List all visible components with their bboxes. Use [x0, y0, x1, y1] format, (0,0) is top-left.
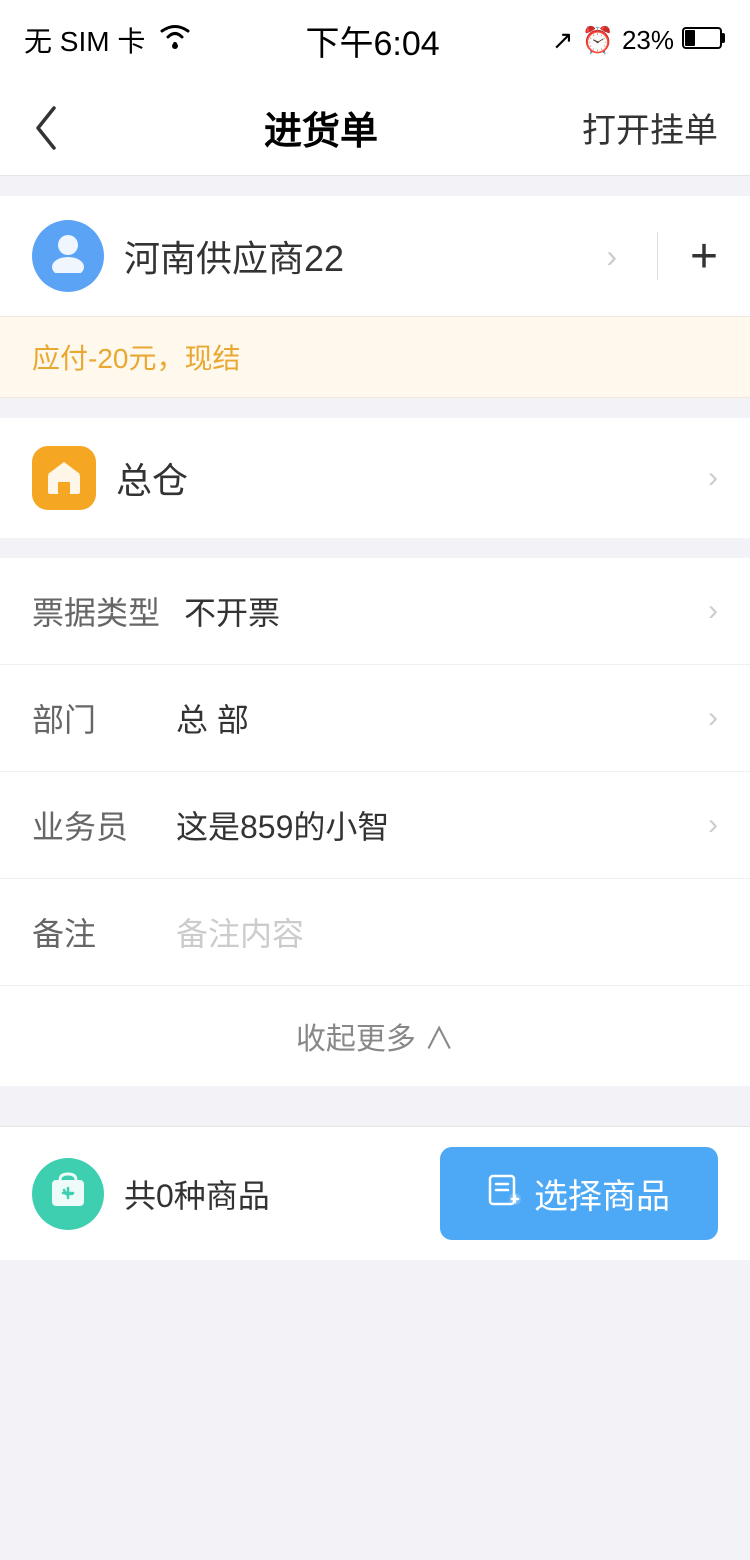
remark-row[interactable]: 备注 备注内容: [0, 879, 750, 985]
supplier-chevron-icon: ›: [606, 238, 617, 275]
battery-text: 23%: [622, 25, 674, 56]
dept-row[interactable]: 部门 总 部 ›: [0, 665, 750, 772]
dept-chevron-icon: ›: [708, 701, 718, 735]
battery-icon: [682, 25, 726, 56]
invoice-label: 票据类型: [32, 588, 160, 634]
status-right: ↗ ⏰ 23%: [552, 25, 726, 56]
person-icon: [46, 229, 90, 283]
invoice-value: 不开票: [160, 588, 708, 634]
warehouse-icon: [32, 446, 96, 510]
select-product-label: 选择商品: [534, 1169, 670, 1218]
payment-notice: 应付-20元，现结: [0, 316, 750, 398]
supplier-divider: [657, 232, 658, 280]
carrier-text: 无 SIM 卡: [24, 20, 145, 60]
page-title: 进货单: [264, 100, 378, 155]
select-product-icon: [488, 1172, 522, 1215]
remark-label: 备注: [32, 909, 152, 955]
wifi-icon: [157, 24, 193, 57]
bottom-bar: 共0种商品 选择商品: [0, 1126, 750, 1260]
invoice-row[interactable]: 票据类型 不开票 ›: [0, 558, 750, 665]
divider-top: [0, 176, 750, 196]
alarm-icon: ⏰: [582, 25, 614, 56]
divider-1: [0, 398, 750, 418]
cart-icon-wrap: [32, 1158, 104, 1230]
status-time: 下午6:04: [305, 16, 439, 65]
supplier-row[interactable]: 河南供应商22 › +: [0, 196, 750, 316]
salesman-row[interactable]: 业务员 这是859的小智 ›: [0, 772, 750, 879]
salesman-label: 业务员: [32, 802, 152, 848]
invoice-chevron-icon: ›: [708, 594, 718, 628]
product-count: 共0种商品: [124, 1171, 440, 1217]
background-fill: [0, 1260, 750, 1560]
divider-2: [0, 538, 750, 558]
collapse-row[interactable]: 收起更多 ∧: [0, 985, 750, 1086]
dept-label: 部门: [32, 695, 152, 741]
supplier-name: 河南供应商22: [124, 230, 606, 282]
salesman-value: 这是859的小智: [152, 802, 708, 848]
nav-bar: 进货单 打开挂单: [0, 80, 750, 176]
remark-input[interactable]: 备注内容: [152, 909, 718, 955]
supplier-section: 河南供应商22 › + 应付-20元，现结: [0, 196, 750, 398]
select-product-button[interactable]: 选择商品: [440, 1147, 718, 1240]
open-pending-button[interactable]: 打开挂单: [582, 103, 718, 152]
supplier-avatar: [32, 220, 104, 292]
warehouse-name: 总仓: [116, 452, 708, 504]
back-button[interactable]: [32, 104, 60, 152]
status-bar: 无 SIM 卡 下午6:04 ↗ ⏰ 23%: [0, 0, 750, 80]
salesman-chevron-icon: ›: [708, 808, 718, 842]
warehouse-chevron-icon: ›: [708, 461, 718, 495]
divider-3: [0, 1086, 750, 1106]
warehouse-row[interactable]: 总仓 ›: [0, 418, 750, 538]
status-left: 无 SIM 卡: [24, 20, 193, 60]
add-supplier-button[interactable]: +: [690, 229, 718, 284]
location-icon: ↗: [552, 25, 574, 56]
dept-value: 总 部: [152, 695, 708, 741]
collapse-label: 收起更多 ∧: [296, 1014, 454, 1058]
